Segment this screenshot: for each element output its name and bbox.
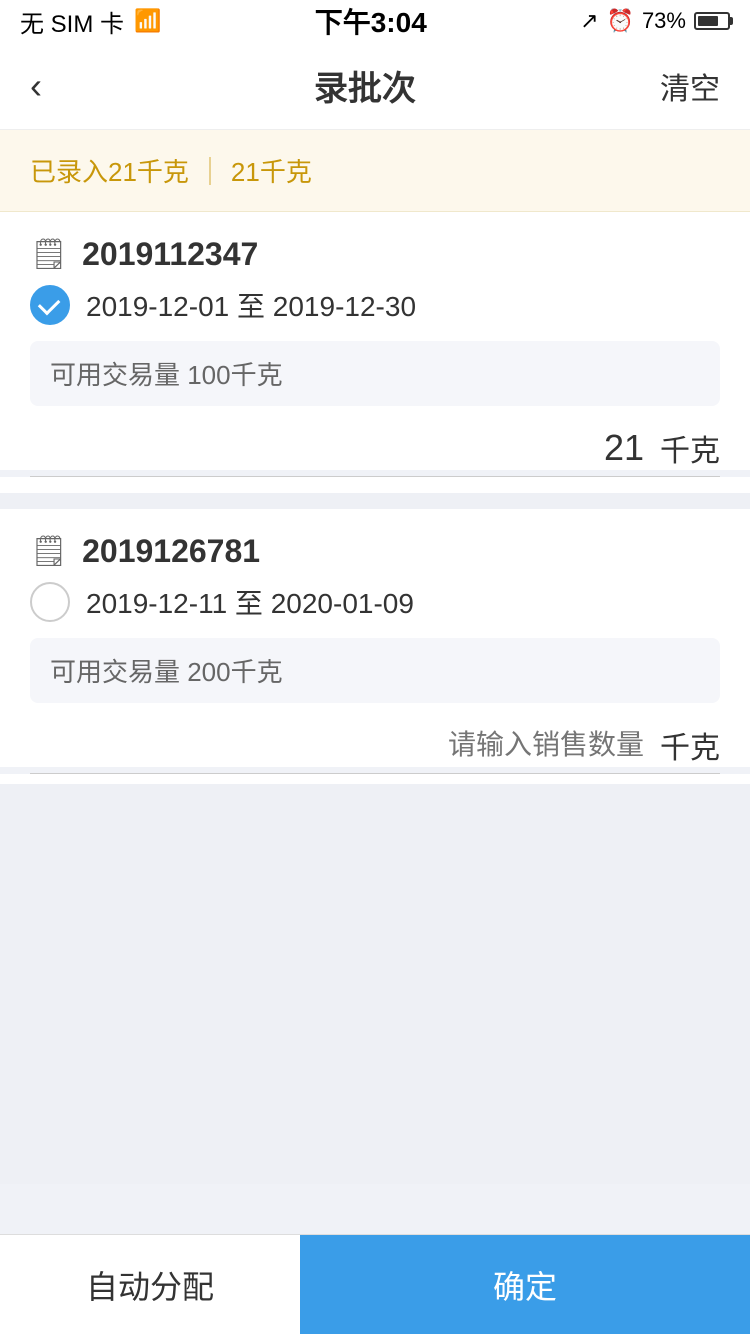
sim-text: 无 SIM 卡 bbox=[20, 4, 124, 39]
batch-2-availability: 可用交易量 200千克 bbox=[30, 638, 720, 703]
status-bar: 无 SIM 卡 📶 下午3:04 ↗ ⏰ 73% bbox=[0, 0, 750, 42]
summary-banner: 已录入21千克 21千克 bbox=[0, 130, 750, 212]
batch-2-date: 2019-12-11 至 2020-01-09 bbox=[86, 582, 414, 622]
battery-indicator bbox=[694, 12, 730, 30]
batch-item-1: 🗒 2019112347 2019-12-01 至 2019-12-30 可用交… bbox=[0, 212, 750, 406]
batch-1-qty-unit: 千克 bbox=[660, 426, 720, 470]
batch-2-header: 🗒 2019126781 bbox=[30, 533, 720, 570]
confirm-button[interactable]: 确定 bbox=[300, 1235, 750, 1334]
section-separator bbox=[0, 493, 750, 509]
battery-percent: 73% bbox=[642, 8, 686, 34]
batch-2-qty-input[interactable] bbox=[384, 729, 644, 761]
clear-button[interactable]: 清空 bbox=[640, 64, 720, 108]
batch-item-2: 🗒 2019126781 2019-12-11 至 2020-01-09 可用交… bbox=[0, 509, 750, 703]
alarm-icon: ⏰ bbox=[607, 8, 634, 34]
batch-1-radio[interactable] bbox=[30, 285, 70, 325]
batch-2-input-row: 千克 bbox=[0, 703, 750, 767]
batch-1-date: 2019-12-01 至 2019-12-30 bbox=[86, 285, 416, 325]
auto-distribute-label: 自动分配 bbox=[86, 1262, 214, 1308]
empty-area bbox=[0, 784, 750, 1184]
batch-1-date-row[interactable]: 2019-12-01 至 2019-12-30 bbox=[30, 285, 720, 325]
batch-1-id: 2019112347 bbox=[82, 236, 258, 273]
status-right: ↗ ⏰ 73% bbox=[580, 8, 730, 34]
status-left: 无 SIM 卡 📶 bbox=[20, 4, 161, 39]
page-title: 录批次 bbox=[314, 61, 416, 110]
summary-divider bbox=[209, 157, 211, 185]
batch-1-icon: 🗒 bbox=[30, 237, 68, 272]
wifi-icon: 📶 bbox=[134, 8, 161, 34]
batch-2-unit: 千克 bbox=[660, 723, 720, 767]
batch-1-header: 🗒 2019112347 bbox=[30, 236, 720, 273]
batch-2-icon: 🗒 bbox=[30, 534, 68, 569]
back-button[interactable]: ‹ bbox=[30, 65, 90, 107]
batch-1-availability: 可用交易量 100千克 bbox=[30, 341, 720, 406]
summary-value: 21千克 bbox=[231, 152, 312, 189]
batch-2-spacer bbox=[0, 774, 750, 784]
batch-1-qty-input[interactable] bbox=[524, 427, 644, 469]
batch-2-radio[interactable] bbox=[30, 582, 70, 622]
auto-distribute-button[interactable]: 自动分配 bbox=[0, 1235, 300, 1334]
batch-2-date-row[interactable]: 2019-12-11 至 2020-01-09 bbox=[30, 582, 720, 622]
status-time: 下午3:04 bbox=[315, 1, 427, 41]
location-icon: ↗ bbox=[580, 8, 598, 34]
batch-2-id: 2019126781 bbox=[82, 533, 260, 570]
batch-1-spacer bbox=[0, 477, 750, 493]
summary-recorded-label: 已录入21千克 bbox=[30, 152, 189, 189]
bottom-bar: 自动分配 确定 bbox=[0, 1234, 750, 1334]
confirm-label: 确定 bbox=[493, 1262, 557, 1308]
nav-bar: ‹ 录批次 清空 bbox=[0, 42, 750, 130]
batch-1-qty-row: 千克 bbox=[0, 406, 750, 470]
